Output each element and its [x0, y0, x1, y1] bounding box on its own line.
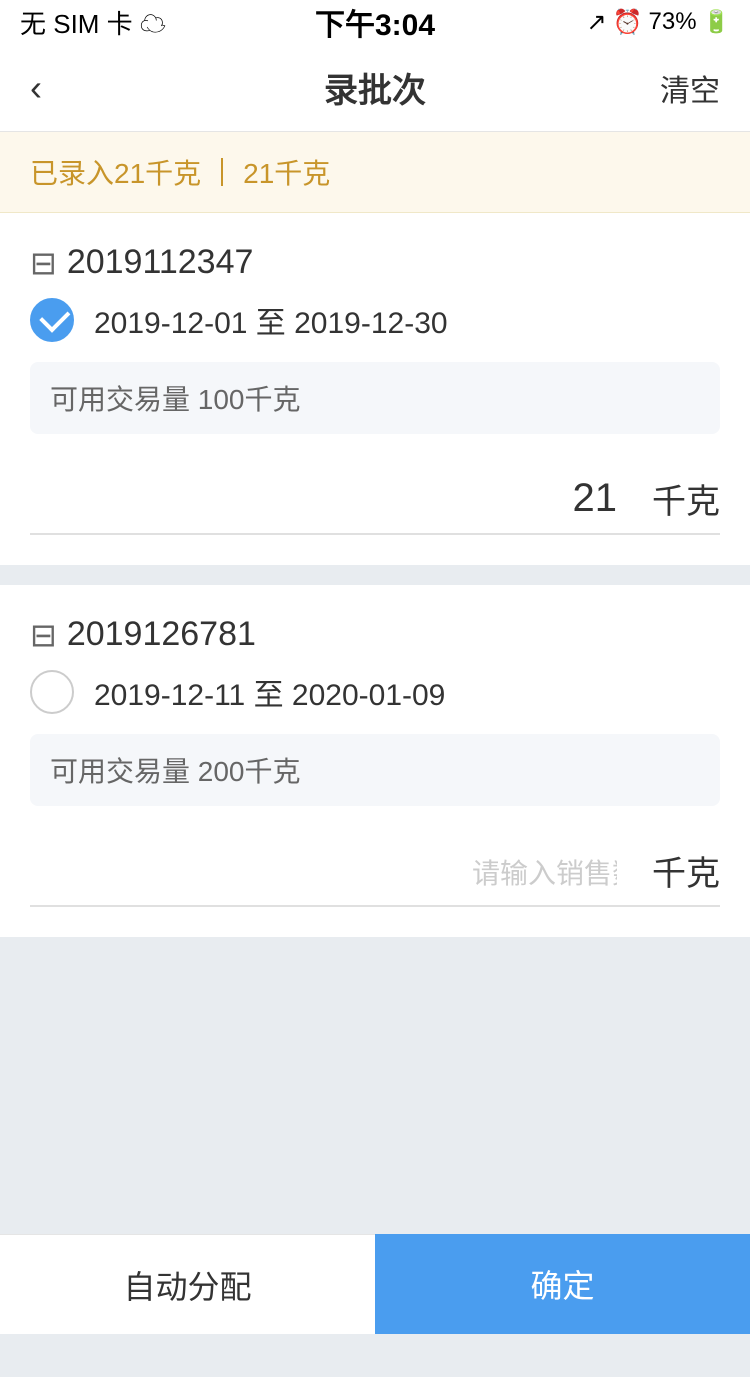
location-icon: ↗ — [587, 8, 607, 37]
batch2-unit: 千克 — [652, 846, 720, 895]
battery-icon: 🔋 — [703, 9, 730, 35]
batch1-radio[interactable] — [30, 298, 74, 342]
clear-button[interactable]: 清空 — [660, 66, 720, 110]
recorded-value: 21千克 — [243, 152, 330, 192]
batch1-quantity-input[interactable] — [472, 476, 632, 521]
batch2-date-range: 2019-12-11 至 2020-01-09 — [94, 670, 445, 714]
batch1-id-row: ⊟ 2019112347 — [30, 243, 720, 282]
back-button[interactable]: ‹ — [30, 67, 90, 109]
batch2-quantity-input[interactable] — [472, 848, 632, 893]
bottom-bar: 自动分配 确定 — [0, 1234, 750, 1334]
batch2-id-row: ⊟ 2019126781 — [30, 615, 720, 654]
info-bar: 已录入21千克 21千克 — [0, 132, 750, 213]
nav-bar: ‹ 录批次 清空 — [0, 44, 750, 132]
divider-1 — [0, 565, 750, 585]
batch2-date-row[interactable]: 2019-12-11 至 2020-01-09 — [30, 670, 720, 714]
batch2-id: 2019126781 — [67, 615, 256, 654]
page-title: 录批次 — [324, 63, 426, 112]
batch1-unit: 千克 — [652, 474, 720, 523]
batch2-card: ⊟ 2019126781 2019-12-11 至 2020-01-09 可用交… — [0, 585, 750, 937]
batch1-date-range: 2019-12-01 至 2019-12-30 — [94, 298, 448, 342]
batch1-card: ⊟ 2019112347 2019-12-01 至 2019-12-30 可用交… — [0, 213, 750, 565]
batch2-radio[interactable] — [30, 670, 74, 714]
status-bar: 无 SIM 卡 ☁ 下午3:04 ↗ ⏰ 73% 🔋 — [0, 0, 750, 44]
status-left: 无 SIM 卡 ☁ — [20, 4, 166, 41]
battery-label: 73% — [649, 8, 697, 36]
batch1-quantity-row: 千克 — [30, 454, 720, 535]
batch2-id-icon: ⊟ — [30, 616, 57, 654]
info-divider — [221, 158, 223, 186]
status-right: ↗ ⏰ 73% 🔋 — [587, 8, 730, 37]
auto-distribute-button[interactable]: 自动分配 — [0, 1234, 375, 1334]
batch1-id-icon: ⊟ — [30, 244, 57, 282]
alarm-icon: ⏰ — [613, 8, 643, 37]
batch1-id: 2019112347 — [67, 243, 254, 282]
confirm-button[interactable]: 确定 — [375, 1234, 750, 1334]
sim-label: 无 SIM 卡 ☁ — [20, 4, 166, 41]
batch1-date-row[interactable]: 2019-12-01 至 2019-12-30 — [30, 298, 720, 342]
divider-2 — [0, 937, 750, 957]
status-time: 下午3:04 — [315, 0, 435, 44]
batch2-quantity-row: 千克 — [30, 826, 720, 907]
batch1-available: 可用交易量 100千克 — [30, 362, 720, 434]
recorded-label: 已录入21千克 — [30, 152, 201, 192]
batch2-available: 可用交易量 200千克 — [30, 734, 720, 806]
